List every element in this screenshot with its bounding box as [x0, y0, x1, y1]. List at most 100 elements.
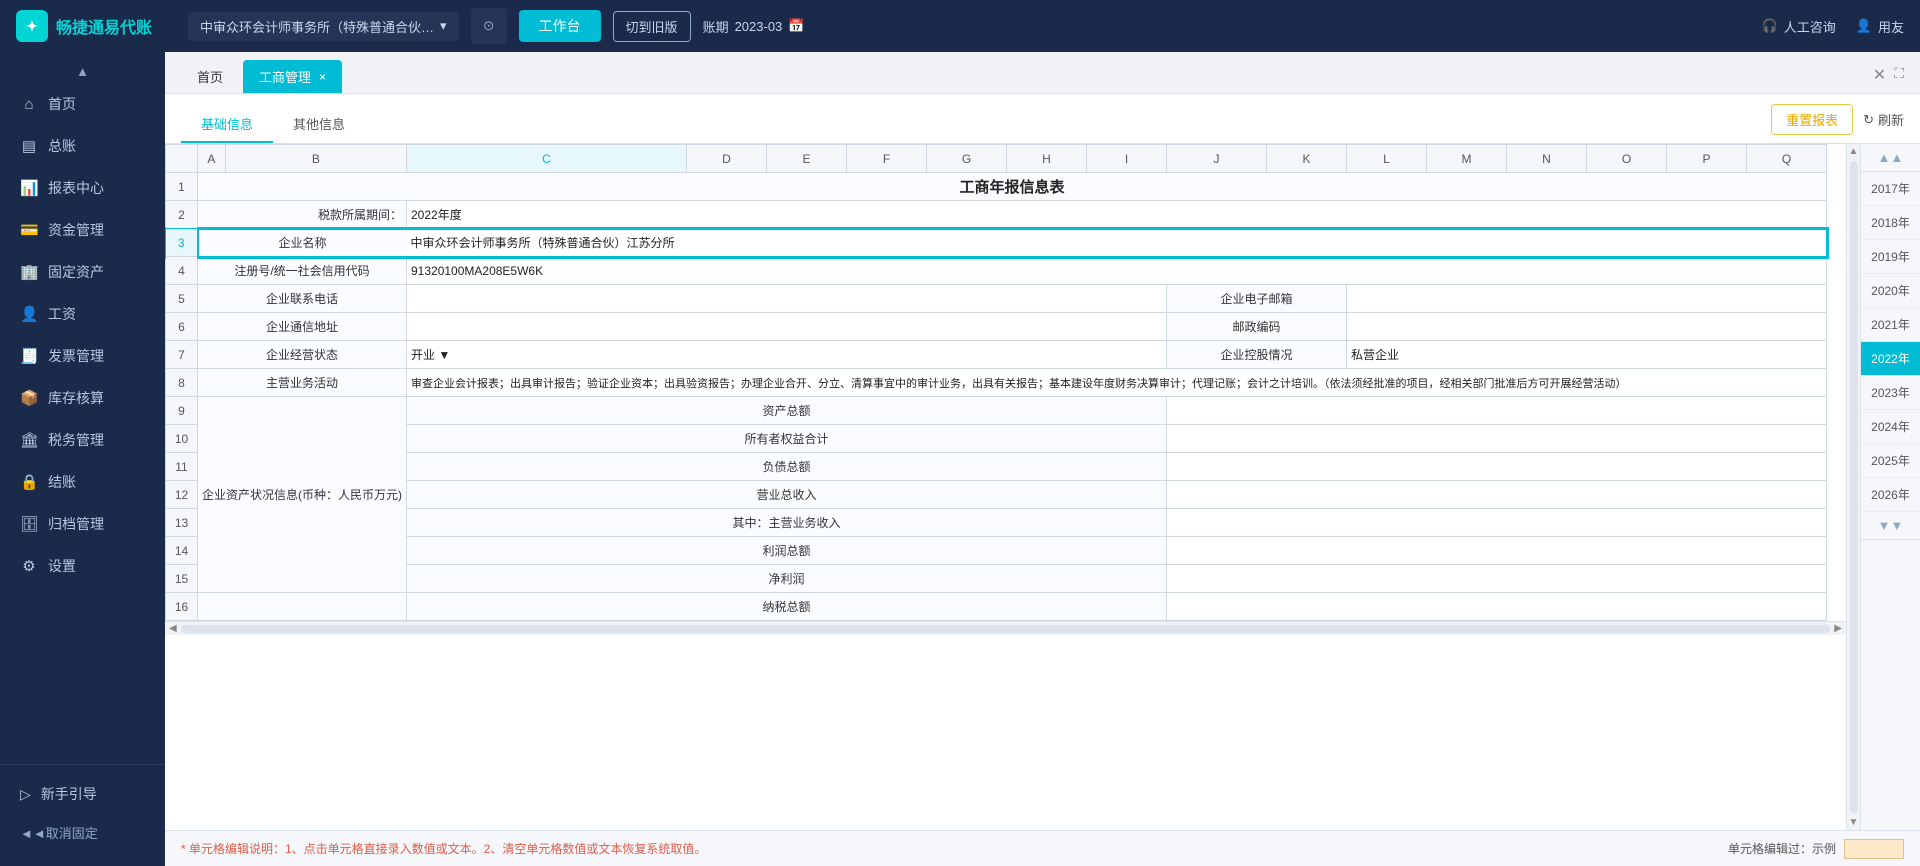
- sidebar-tax-label: 税务管理: [48, 430, 104, 450]
- col-header-g: G: [927, 145, 1007, 173]
- year-item-2022[interactable]: 2022年: [1861, 342, 1920, 376]
- tab-close-window-icon[interactable]: ✕: [1873, 65, 1886, 85]
- bottom-bar-right: 单元格编辑过：示例: [1728, 839, 1904, 859]
- sidebar-item-archive[interactable]: 🗄 归档管理: [0, 503, 165, 545]
- table-row: 9 企业资产状况信息(币种：人民币万元) 资产总额: [166, 397, 1827, 425]
- sidebar-item-tax[interactable]: 🏛 税务管理: [0, 419, 165, 461]
- sidebar-item-capital[interactable]: 💳 资金管理: [0, 209, 165, 251]
- sidebar-inventory-label: 库存核算: [48, 388, 104, 408]
- scroll-right-arrow[interactable]: ▶: [1834, 623, 1842, 634]
- table-row: 8 主营业务活动 审查企业会计报表；出具审计报告；验证企业资本；出具验资报告；办…: [166, 369, 1827, 397]
- sidebar-home-label: 首页: [48, 94, 76, 114]
- sub-tabs-right: 重置报表 ↻ 刷新: [1771, 104, 1904, 143]
- sidebar-salary-label: 工资: [48, 304, 76, 324]
- grid-title: 工商年报信息表: [198, 173, 1827, 201]
- year-item-2018[interactable]: 2018年: [1861, 206, 1920, 240]
- corner-header: [166, 145, 198, 173]
- settings-icon: ⚙: [20, 557, 38, 575]
- col-header-f: F: [847, 145, 927, 173]
- year-item-2023[interactable]: 2023年: [1861, 376, 1920, 410]
- sidebar-scroll-up[interactable]: ▲: [0, 60, 165, 83]
- archive-icon: 🗄: [20, 515, 38, 533]
- col-header-h: H: [1007, 145, 1087, 173]
- subtab-other[interactable]: 其他信息: [273, 106, 365, 143]
- year-scroll-down[interactable]: ▼▼: [1861, 512, 1920, 540]
- subtab-basic[interactable]: 基础信息: [181, 106, 273, 143]
- sidebar-item-home[interactable]: ⌂ 首页: [0, 83, 165, 125]
- sidebar-item-report[interactable]: 📊 报表中心: [0, 167, 165, 209]
- table-row: 5 企业联系电话 企业电子邮箱: [166, 285, 1827, 313]
- logo-icon: ✦: [16, 10, 48, 42]
- year-item-2026[interactable]: 2026年: [1861, 478, 1920, 512]
- table-row: 11 负债总额: [166, 453, 1827, 481]
- year-scroll-up[interactable]: ▲▲: [1861, 144, 1920, 172]
- year-item-2017[interactable]: 2017年: [1861, 172, 1920, 206]
- main-layout: ▲ ⌂ 首页 ▤ 总账 📊 报表中心 💳 资金管理 🏢 固定资产 👤 工资 🧾 …: [0, 52, 1920, 866]
- sidebar-item-settings[interactable]: ⚙ 设置: [0, 545, 165, 587]
- scroll-left-arrow[interactable]: ◀: [169, 623, 177, 634]
- sheet-main[interactable]: A B C D E F G H I J: [165, 144, 1846, 830]
- sidebar-item-close[interactable]: 🔒 结账: [0, 461, 165, 503]
- topbar: ✦ 畅捷通易代账 中审众环会计师事务所（特殊普通合伙… ▾ ⊙ 工作台 切到旧版…: [0, 0, 1920, 52]
- assets-icon: 🏢: [20, 263, 38, 281]
- tab-home[interactable]: 首页: [181, 60, 239, 93]
- year-panel: ▲▲ 2017年 2018年 2019年 2020年 2021年 2022年 2…: [1860, 144, 1920, 830]
- hscroll-track[interactable]: [181, 625, 1831, 633]
- reset-report-button[interactable]: 重置报表: [1771, 104, 1853, 135]
- sidebar-item-inventory[interactable]: 📦 库存核算: [0, 377, 165, 419]
- year-item-2024[interactable]: 2024年: [1861, 410, 1920, 444]
- period-display: 账期 2023-03 📅: [703, 17, 805, 36]
- horizontal-scrollbar[interactable]: ◀ ▶: [165, 621, 1846, 635]
- unpin-label: ◄◄取消固定: [20, 823, 98, 842]
- table-row: 4 注册号/统一社会信用代码 91320100MA208E5W6K: [166, 257, 1827, 285]
- bottom-bar: * 单元格编辑说明：1、点击单元格直接录入数值或文本。2、清空单元格数值或文本恢…: [165, 830, 1920, 866]
- col-header-q: Q: [1747, 145, 1827, 173]
- sidebar-bottom: ▷ 新手引导 ◄◄取消固定: [0, 764, 165, 858]
- col-header-d: D: [687, 145, 767, 173]
- old-version-button[interactable]: 切到旧版: [613, 11, 691, 42]
- company-copy-button[interactable]: ⊙: [471, 8, 507, 44]
- tab-expand-icon[interactable]: ⛶: [1894, 65, 1904, 85]
- tax-icon: 🏛: [20, 431, 38, 449]
- sidebar-item-salary[interactable]: 👤 工资: [0, 293, 165, 335]
- sidebar-invoice-label: 发票管理: [48, 346, 104, 366]
- user-item[interactable]: 👤 用友: [1856, 17, 1904, 36]
- year-item-2020[interactable]: 2020年: [1861, 274, 1920, 308]
- app-name: 畅捷通易代账: [56, 14, 152, 38]
- table-row: 3 企业名称 中审众环会计师事务所（特殊普通合伙）江苏分所: [166, 229, 1827, 257]
- year-item-2025[interactable]: 2025年: [1861, 444, 1920, 478]
- year-item-2021[interactable]: 2021年: [1861, 308, 1920, 342]
- table-row: 10 所有者权益合计: [166, 425, 1827, 453]
- sidebar-archive-label: 归档管理: [48, 514, 104, 534]
- service-item[interactable]: 🎧 人工咨询: [1762, 17, 1836, 36]
- company-selector[interactable]: 中审众环会计师事务所（特殊普通合伙… ▾: [188, 12, 459, 41]
- company-dropdown-icon: ▾: [440, 18, 447, 34]
- sidebar-item-invoice[interactable]: 🧾 发票管理: [0, 335, 165, 377]
- newhand-label: 新手引导: [41, 784, 97, 804]
- year-item-2019[interactable]: 2019年: [1861, 240, 1920, 274]
- sidebar-newhand[interactable]: ▷ 新手引导: [0, 773, 165, 815]
- scroll-up-arrow[interactable]: ▲: [1849, 146, 1859, 157]
- sidebar-close-label: 结账: [48, 472, 76, 492]
- tab-gongshang[interactable]: 工商管理 ×: [243, 60, 342, 93]
- table-row: 1 工商年报信息表: [166, 173, 1827, 201]
- newhand-icon: ▷: [20, 786, 31, 803]
- table-row: 6 企业通信地址 邮政编码: [166, 313, 1827, 341]
- grid-table: A B C D E F G H I J: [165, 144, 1828, 621]
- scroll-down-arrow[interactable]: ▼: [1849, 817, 1859, 828]
- tab-close-icon[interactable]: ×: [319, 70, 326, 84]
- table-row: 12 营业总收入: [166, 481, 1827, 509]
- workbench-button[interactable]: 工作台: [519, 10, 601, 42]
- sub-tabs-left: 基础信息 其他信息: [181, 106, 365, 142]
- sidebar-unpin[interactable]: ◄◄取消固定: [0, 815, 165, 850]
- refresh-button[interactable]: ↻ 刷新: [1863, 110, 1904, 129]
- sidebar-item-ledger[interactable]: ▤ 总账: [0, 125, 165, 167]
- col-header-c: C: [407, 145, 687, 173]
- vertical-scrollbar[interactable]: ▲ ▼: [1846, 144, 1860, 830]
- col-header-b: B: [225, 145, 406, 173]
- table-row: 15 净利润: [166, 565, 1827, 593]
- service-label: 人工咨询: [1784, 17, 1836, 36]
- calendar-icon[interactable]: 📅: [788, 18, 804, 34]
- col-header-k: K: [1267, 145, 1347, 173]
- sidebar-item-assets[interactable]: 🏢 固定资产: [0, 251, 165, 293]
